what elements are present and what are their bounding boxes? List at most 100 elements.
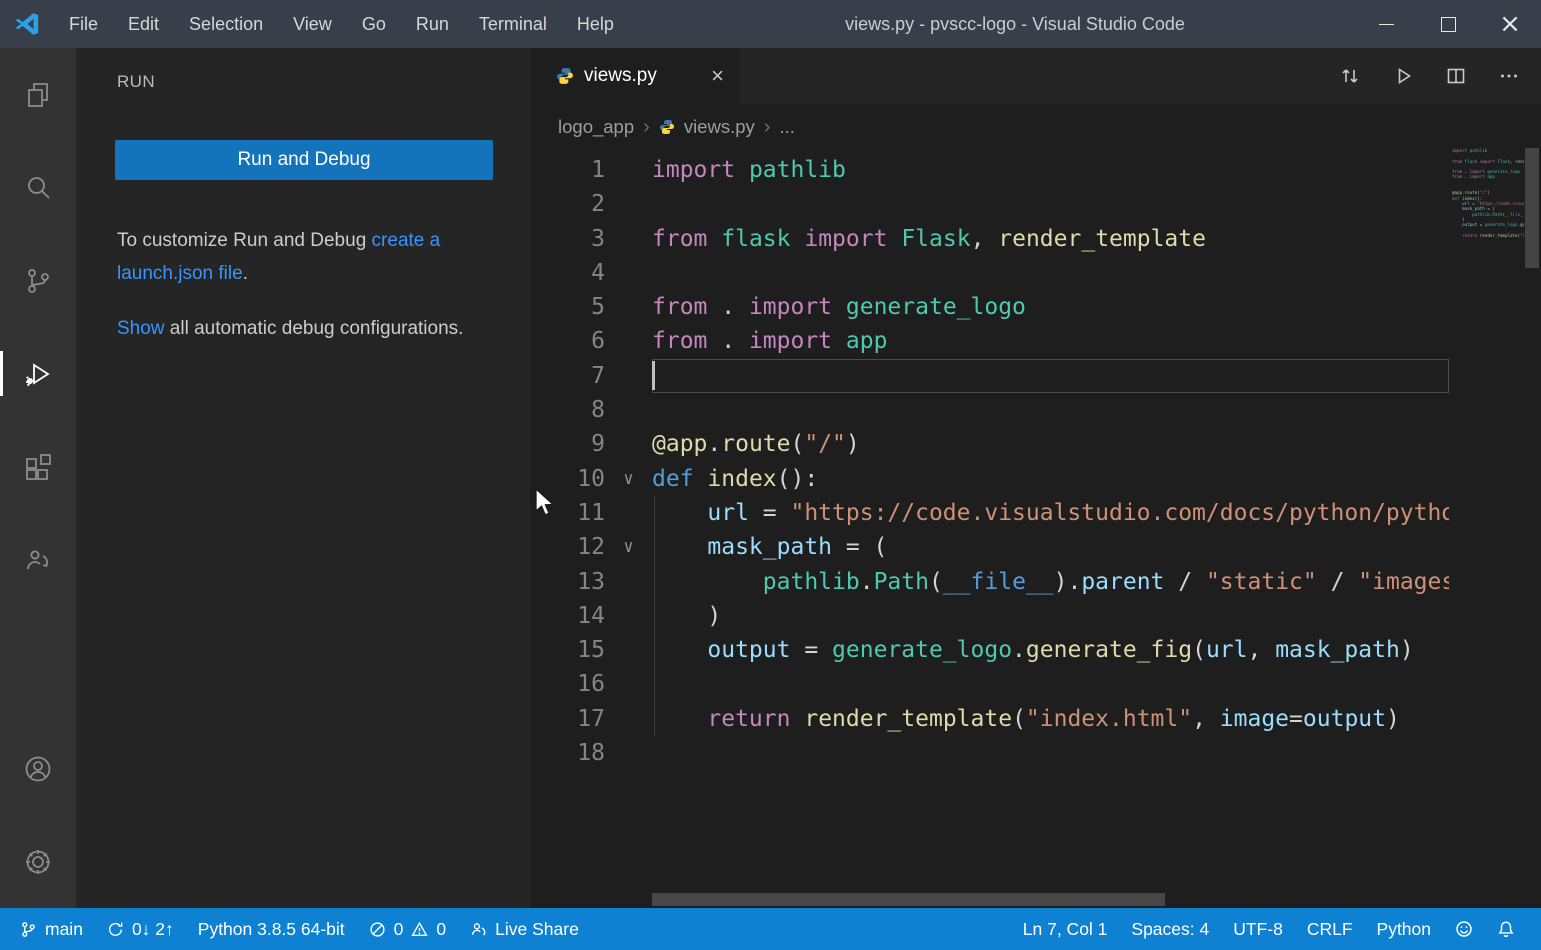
minimap[interactable]: import pathlibfrom flask import Flask, r… bbox=[1452, 148, 1524, 278]
customize-text-post: . bbox=[243, 263, 248, 284]
explorer-icon bbox=[23, 80, 53, 110]
menu-view[interactable]: View bbox=[278, 0, 347, 48]
breadcrumb-symbols[interactable]: ... bbox=[779, 116, 794, 138]
status-bar: main 0↓ 2↑ Python 3.8.5 64-bit 0 0 bbox=[0, 908, 1541, 950]
tab-label: views.py bbox=[584, 65, 657, 87]
minimize-button[interactable] bbox=[1355, 0, 1417, 48]
git-branch-icon bbox=[20, 921, 37, 938]
activity-source-control[interactable] bbox=[0, 234, 76, 327]
sync-icon bbox=[107, 921, 124, 938]
window-title: views.py - pvscc-logo - Visual Studio Co… bbox=[765, 0, 1265, 48]
eol-item[interactable]: CRLF bbox=[1295, 908, 1365, 950]
run-and-debug-button[interactable]: Run and Debug bbox=[115, 140, 493, 180]
maximize-icon bbox=[1441, 17, 1456, 32]
more-actions-icon[interactable] bbox=[1497, 64, 1521, 88]
menu-terminal[interactable]: Terminal bbox=[464, 0, 562, 48]
bell-icon bbox=[1497, 920, 1515, 938]
encoding-label: UTF-8 bbox=[1233, 919, 1283, 940]
encoding-item[interactable]: UTF-8 bbox=[1221, 908, 1295, 950]
live-share-item[interactable]: Live Share bbox=[458, 908, 591, 950]
show-link[interactable]: Show bbox=[117, 318, 165, 339]
run-panel-title: RUN bbox=[117, 72, 155, 92]
horizontal-scrollbar-thumb[interactable] bbox=[652, 893, 1165, 906]
window-controls: × bbox=[1355, 0, 1541, 48]
vertical-scrollbar-thumb[interactable] bbox=[1525, 148, 1539, 268]
source-control-icon bbox=[23, 266, 53, 296]
extensions-icon bbox=[23, 452, 53, 482]
run-python-file-icon[interactable] bbox=[1391, 64, 1415, 88]
sync-counts: 0↓ 2↑ bbox=[132, 919, 174, 940]
activity-run-and-debug[interactable] bbox=[0, 327, 76, 420]
live-share-icon bbox=[470, 921, 487, 938]
run-panel: RUN Run and Debug To customize Run and D… bbox=[76, 48, 530, 908]
indentation-item[interactable]: Spaces: 4 bbox=[1119, 908, 1221, 950]
language-mode-item[interactable]: Python bbox=[1365, 908, 1443, 950]
menu-go[interactable]: Go bbox=[347, 0, 401, 48]
indentation-label: Spaces: 4 bbox=[1131, 919, 1209, 940]
editor-actions bbox=[1338, 48, 1521, 104]
cursor-position-item[interactable]: Ln 7, Col 1 bbox=[1011, 908, 1120, 950]
open-changes-icon[interactable] bbox=[1338, 64, 1362, 88]
activity-extensions[interactable] bbox=[0, 420, 76, 513]
python-icon bbox=[659, 119, 675, 135]
run-debug-icon bbox=[23, 359, 53, 389]
branch-name: main bbox=[45, 919, 83, 940]
minimap-content: import pathlibfrom flask import Flask, r… bbox=[1452, 148, 1524, 243]
language-label: Python bbox=[1377, 919, 1431, 940]
search-icon bbox=[23, 173, 53, 203]
menu-run[interactable]: Run bbox=[401, 0, 464, 48]
title-bar: File Edit Selection View Go Run Terminal… bbox=[0, 0, 1541, 48]
breadcrumb: logo_app › views.py › ... bbox=[530, 104, 1541, 150]
cursor-position-label: Ln 7, Col 1 bbox=[1023, 919, 1108, 940]
minimize-icon bbox=[1379, 24, 1394, 25]
interpreter-label: Python 3.8.5 64-bit bbox=[198, 919, 345, 940]
text-cursor bbox=[652, 361, 655, 390]
sync-changes-item[interactable]: 0↓ 2↑ bbox=[95, 908, 186, 950]
activity-account[interactable] bbox=[0, 722, 76, 815]
close-button[interactable]: × bbox=[1479, 0, 1541, 48]
problems-item[interactable]: 0 0 bbox=[357, 908, 458, 950]
warning-count: 0 bbox=[436, 919, 446, 940]
chevron-right-icon: › bbox=[764, 116, 771, 139]
feedback-smiley-icon bbox=[1455, 920, 1473, 938]
python-icon bbox=[556, 67, 574, 85]
activity-live-share[interactable] bbox=[0, 513, 76, 606]
customize-text: To customize Run and Debug create a laun… bbox=[117, 225, 501, 290]
breadcrumb-folder[interactable]: logo_app bbox=[558, 116, 634, 138]
menu-file[interactable]: File bbox=[54, 0, 113, 48]
warning-icon bbox=[411, 921, 428, 938]
show-text-post: all automatic debug configurations. bbox=[165, 318, 464, 339]
notifications-item[interactable] bbox=[1485, 908, 1527, 950]
settings-gear-icon bbox=[23, 847, 53, 877]
breadcrumb-file[interactable]: views.py bbox=[684, 116, 755, 138]
menu-bar: File Edit Selection View Go Run Terminal… bbox=[54, 0, 629, 48]
menu-edit[interactable]: Edit bbox=[113, 0, 174, 48]
line-numbers[interactable]: 123456789101112131415161718 bbox=[530, 153, 605, 770]
eol-label: CRLF bbox=[1307, 919, 1353, 940]
close-icon: × bbox=[1499, 11, 1521, 37]
menu-selection[interactable]: Selection bbox=[174, 0, 278, 48]
editor-group: views.py × logo_app › view bbox=[530, 48, 1541, 908]
tab-views-py[interactable]: views.py × bbox=[530, 48, 740, 104]
activity-search[interactable] bbox=[0, 141, 76, 234]
fold-indicators[interactable]: ∨∨ bbox=[605, 153, 652, 770]
account-icon bbox=[23, 754, 53, 784]
activity-explorer[interactable] bbox=[0, 48, 76, 141]
tab-bar: views.py × bbox=[530, 48, 1541, 104]
python-interpreter-item[interactable]: Python 3.8.5 64-bit bbox=[186, 908, 357, 950]
chevron-right-icon: › bbox=[643, 116, 650, 139]
live-share-icon bbox=[23, 545, 53, 575]
split-editor-icon[interactable] bbox=[1444, 64, 1468, 88]
code-lines[interactable]: import pathlibfrom flask import Flask, r… bbox=[652, 153, 1449, 770]
menu-help[interactable]: Help bbox=[562, 0, 629, 48]
git-branch-item[interactable]: main bbox=[8, 908, 95, 950]
tab-close-icon[interactable]: × bbox=[711, 65, 724, 87]
show-configurations-text: Show all automatic debug configurations. bbox=[117, 313, 501, 346]
activity-bar bbox=[0, 48, 76, 908]
feedback-item[interactable] bbox=[1443, 908, 1485, 950]
live-share-label: Live Share bbox=[495, 919, 579, 940]
activity-settings[interactable] bbox=[0, 815, 76, 908]
maximize-button[interactable] bbox=[1417, 0, 1479, 48]
customize-text-pre: To customize Run and Debug bbox=[117, 230, 372, 251]
error-icon bbox=[369, 921, 386, 938]
